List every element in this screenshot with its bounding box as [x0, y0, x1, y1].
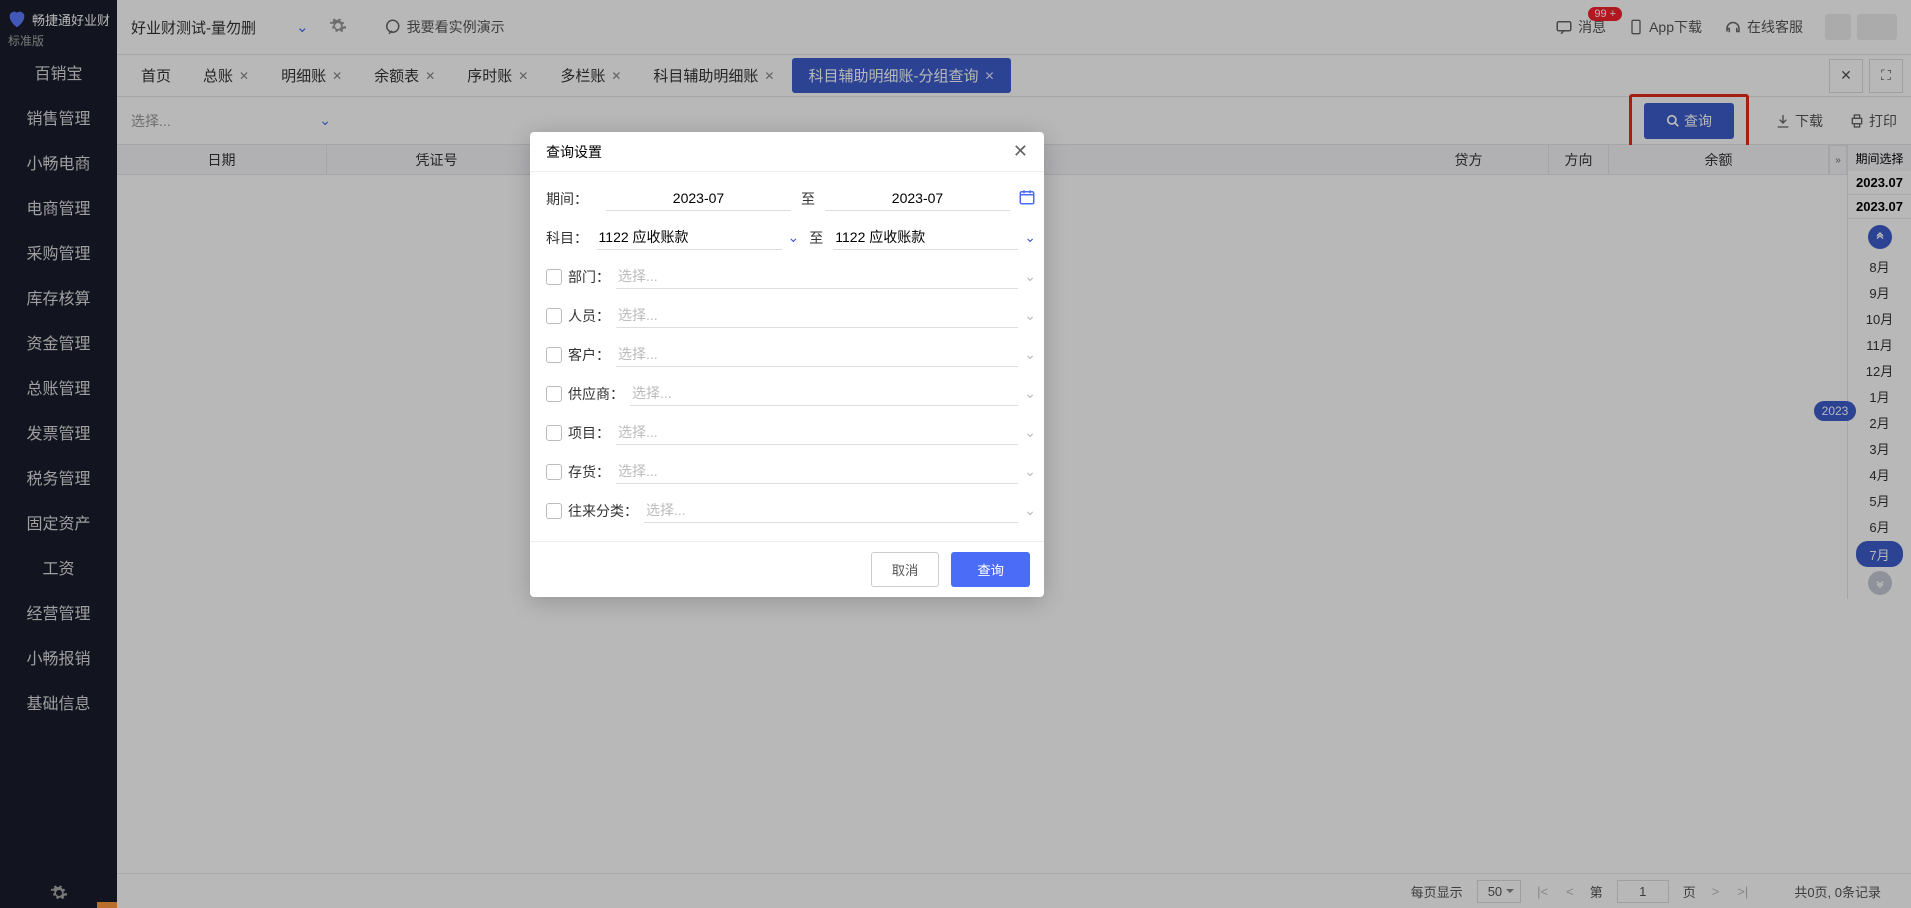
filter-row: 存货： ⌄ — [546, 459, 1036, 484]
account-to-input[interactable] — [833, 225, 1018, 250]
filter-label: 存货： — [568, 462, 610, 482]
period-mid: 至 — [791, 189, 825, 209]
modal-footer: 取消 查询 — [530, 541, 1044, 597]
account-mid: 至 — [799, 228, 833, 248]
filter-row: 部门： ⌄ — [546, 264, 1036, 289]
chevron-down-icon[interactable]: ⌄ — [1024, 502, 1036, 519]
filter-row: 供应商： ⌄ — [546, 381, 1036, 406]
checkbox[interactable] — [546, 269, 562, 285]
calendar-icon[interactable] — [1018, 188, 1036, 209]
filter-row: 项目： ⌄ — [546, 420, 1036, 445]
checkbox[interactable] — [546, 425, 562, 441]
chevron-down-icon[interactable]: ⌄ — [1024, 424, 1036, 441]
chevron-down-icon[interactable]: ⌄ — [1024, 346, 1036, 363]
filter-select[interactable] — [616, 342, 1018, 367]
filter-row: 客户： ⌄ — [546, 342, 1036, 367]
period-label: 期间： — [546, 189, 606, 209]
checkbox[interactable] — [546, 386, 562, 402]
modal-close-button[interactable]: ✕ — [1013, 141, 1028, 162]
checkbox[interactable] — [546, 308, 562, 324]
chevron-down-icon[interactable]: ⌄ — [1024, 307, 1036, 324]
account-from-input[interactable] — [597, 225, 782, 250]
account-label: 科目： — [546, 228, 597, 248]
modal-header: 查询设置 ✕ — [530, 132, 1044, 172]
filter-label: 部门： — [568, 267, 610, 287]
filter-label: 供应商： — [568, 384, 624, 404]
checkbox[interactable] — [546, 464, 562, 480]
checkbox[interactable] — [546, 347, 562, 363]
filter-label: 人员： — [568, 306, 610, 326]
chevron-down-icon[interactable]: ⌄ — [1024, 268, 1036, 285]
filter-select[interactable] — [644, 498, 1018, 523]
period-from-input[interactable] — [606, 186, 791, 211]
chevron-down-icon[interactable]: ⌄ — [1024, 229, 1036, 246]
filter-select[interactable] — [616, 264, 1018, 289]
query-confirm-button[interactable]: 查询 — [951, 552, 1030, 587]
filter-label: 项目： — [568, 423, 610, 443]
period-to-input[interactable] — [825, 186, 1010, 211]
query-settings-modal: 查询设置 ✕ 期间： 至 科目： ⌄ 至 ⌄ 部门： ⌄ 人员： ⌄ 客户： ⌄ 供应商： ⌄… — [530, 132, 1044, 597]
account-row: 科目： ⌄ 至 ⌄ — [546, 225, 1036, 250]
chevron-down-icon[interactable]: ⌄ — [1024, 385, 1036, 402]
filter-select[interactable] — [616, 420, 1018, 445]
chevron-down-icon[interactable]: ⌄ — [788, 229, 800, 246]
filter-select[interactable] — [616, 303, 1018, 328]
filter-row: 人员： ⌄ — [546, 303, 1036, 328]
chevron-down-icon[interactable]: ⌄ — [1024, 463, 1036, 480]
period-row: 期间： 至 — [546, 186, 1036, 211]
modal-title: 查询设置 — [546, 142, 602, 162]
filter-select[interactable] — [616, 459, 1018, 484]
modal-body: 期间： 至 科目： ⌄ 至 ⌄ 部门：⌄人员：⌄客户：⌄供应商：⌄项目：⌄存货：… — [530, 172, 1044, 541]
cancel-button[interactable]: 取消 — [871, 552, 940, 587]
filter-row: 往来分类： ⌄ — [546, 498, 1036, 523]
checkbox[interactable] — [546, 503, 562, 519]
filter-label: 往来分类： — [568, 501, 638, 521]
filter-label: 客户： — [568, 345, 610, 365]
filter-select[interactable] — [630, 381, 1018, 406]
